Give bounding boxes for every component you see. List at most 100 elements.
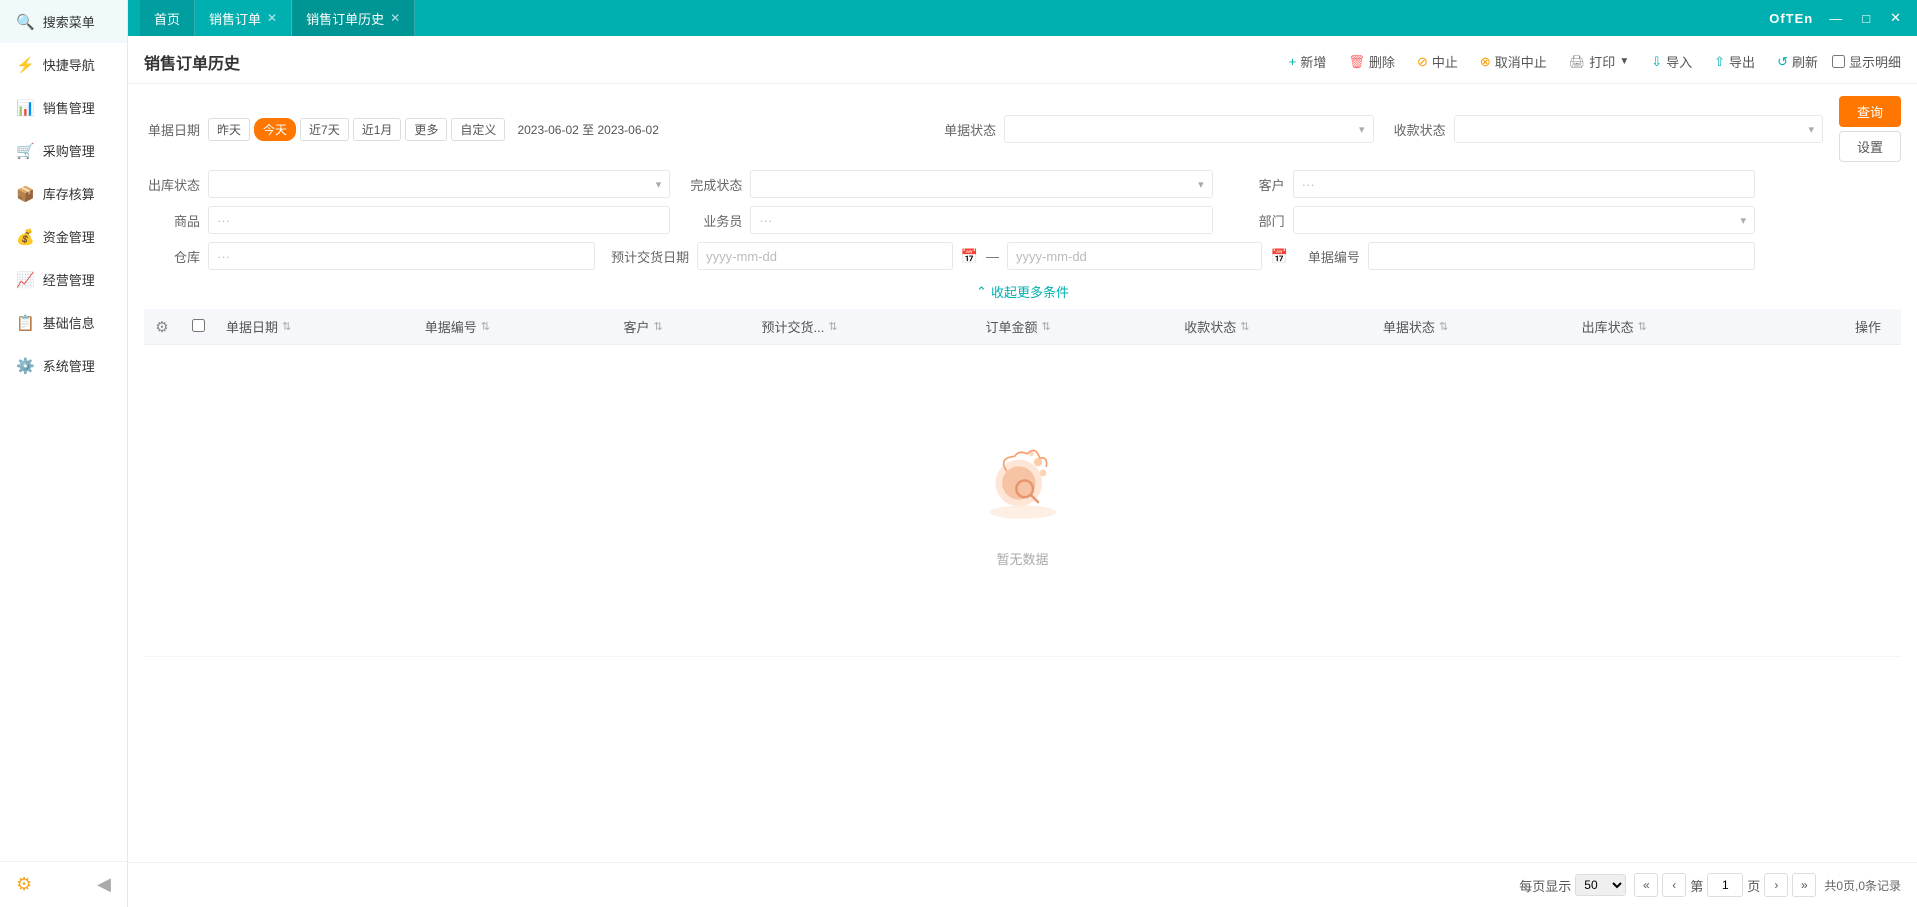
refresh-button[interactable]: ↺ 刷新 — [1769, 48, 1826, 75]
delete-button[interactable]: 🗑 删除 — [1340, 48, 1403, 75]
th-customer: 客户 ⇅ — [613, 309, 751, 345]
order-status-select[interactable]: ▾ — [1004, 115, 1373, 143]
import-button[interactable]: ⇩ 导入 — [1643, 48, 1700, 75]
last-page-btn[interactable]: » — [1792, 873, 1816, 897]
sidebar-item-base-info[interactable]: 📋 基础信息 — [0, 301, 127, 344]
cancel-stop-button[interactable]: ⊗ 取消中止 — [1472, 48, 1555, 75]
chevron-down-icon: ▾ — [1359, 123, 1365, 136]
delivery-status-select[interactable]: ▾ — [208, 170, 670, 198]
sort-number-icon[interactable]: ⇅ — [481, 320, 490, 333]
sidebar-item-sales-mgmt[interactable]: 📊 销售管理 — [0, 86, 127, 129]
tab-home-label: 首页 — [154, 9, 180, 28]
first-page-btn[interactable]: « — [1634, 873, 1658, 897]
dots-icon: ··· — [217, 249, 230, 264]
tab-sales-order-history-close[interactable]: ✕ — [390, 11, 400, 25]
empty-state: 暂无数据 — [154, 353, 1891, 648]
dots-icon: ··· — [1302, 177, 1315, 192]
sidebar-bottom: ⚙ ◀ — [0, 861, 127, 907]
add-button[interactable]: + 新增 — [1281, 48, 1335, 75]
window-maximize-icon[interactable]: □ — [1858, 11, 1874, 26]
date-more-btn[interactable]: 更多 — [405, 118, 447, 141]
goods-input[interactable]: ··· — [208, 206, 670, 234]
date-custom-btn[interactable]: 自定义 — [451, 118, 505, 141]
data-table: ⚙ 单据日期 ⇅ 单据编号 — [144, 309, 1901, 657]
chevron-down-icon: ▾ — [1740, 214, 1746, 227]
date-1month-btn[interactable]: 近1月 — [353, 118, 402, 141]
sort-order-status-icon[interactable]: ⇅ — [1439, 320, 1448, 333]
import-icon: ⇩ — [1651, 54, 1662, 70]
payment-status-select[interactable]: ▾ — [1454, 115, 1823, 143]
stop-button[interactable]: ⊘ 中止 — [1409, 48, 1466, 75]
sidebar-collapse-icon[interactable]: ◀ — [97, 874, 111, 895]
sidebar-item-search-menu[interactable]: 🔍 搜索菜单 — [0, 0, 127, 43]
sort-customer-icon[interactable]: ⇅ — [653, 320, 662, 333]
completion-status-select[interactable]: ▾ — [750, 170, 1212, 198]
expected-date-to-placeholder: yyyy-mm-dd — [1016, 249, 1087, 264]
expected-date-from-input[interactable]: yyyy-mm-dd — [697, 242, 952, 270]
tab-sales-order-close[interactable]: ✕ — [267, 11, 277, 25]
display-columns-label: 显示明细 — [1849, 52, 1901, 71]
sort-amount-icon[interactable]: ⇅ — [1042, 320, 1051, 333]
tab-sales-order-history-label: 销售订单历史 — [306, 9, 384, 28]
sort-expected-date-icon[interactable]: ⇅ — [828, 320, 837, 333]
filter-row-4: 仓库 ··· 预计交货日期 yyyy-mm-dd 📅 — yyyy-m — [144, 242, 1901, 270]
sort-delivery-status-icon[interactable]: ⇅ — [1638, 320, 1647, 333]
sidebar-item-inventory[interactable]: 📦 库存核算 — [0, 172, 127, 215]
settings-setup-button[interactable]: 设置 — [1839, 131, 1901, 162]
th-actions: 操作 — [1770, 309, 1901, 345]
date-yesterday-btn[interactable]: 昨天 — [208, 118, 250, 141]
page-label: 第 — [1690, 876, 1703, 895]
tab-sales-order[interactable]: 销售订单 ✕ — [195, 0, 292, 36]
stop-icon: ⊘ — [1417, 54, 1428, 70]
date-range-text: 2023-06-02 至 2023-06-02 — [517, 121, 658, 138]
department-select[interactable]: ▾ — [1293, 206, 1755, 234]
warehouse-input[interactable]: ··· — [208, 242, 595, 270]
window-minimize-icon[interactable]: — — [1825, 11, 1846, 26]
sidebar-item-quick-nav[interactable]: ⚡ 快捷导航 — [0, 43, 127, 86]
empty-state-illustration — [973, 433, 1073, 533]
operations-icon: 📈 — [16, 271, 35, 289]
sidebar-item-label: 采购管理 — [43, 141, 95, 160]
sort-date-icon[interactable]: ⇅ — [282, 320, 291, 333]
tab-home[interactable]: 首页 — [140, 0, 195, 36]
table-settings-icon[interactable]: ⚙ — [155, 319, 168, 336]
th-date: 单据日期 ⇅ — [216, 309, 415, 345]
expected-date-to-input[interactable]: yyyy-mm-dd — [1007, 242, 1262, 270]
sidebar-item-operations[interactable]: 📈 经营管理 — [0, 258, 127, 301]
prev-page-btn[interactable]: ‹ — [1662, 873, 1686, 897]
date-7days-btn[interactable]: 近7天 — [300, 118, 349, 141]
order-number-input[interactable] — [1368, 242, 1755, 270]
next-page-btn[interactable]: › — [1764, 873, 1788, 897]
page-number-input[interactable] — [1707, 873, 1743, 897]
query-actions: 查询 设置 — [1839, 96, 1901, 162]
filter-customer: 客户 ··· — [1229, 170, 1755, 198]
filter-warehouse: 仓库 ··· — [144, 242, 595, 270]
per-page-select[interactable]: 50 10 20 100 — [1575, 874, 1626, 896]
salesperson-input[interactable]: ··· — [750, 206, 1212, 234]
print-button[interactable]: 🖨 打印 ▼ — [1561, 48, 1637, 75]
display-columns-checkbox[interactable] — [1832, 55, 1845, 68]
sidebar-item-sys-mgmt[interactable]: ⚙️ 系统管理 — [0, 344, 127, 387]
export-button[interactable]: ⇧ 导出 — [1706, 48, 1763, 75]
display-columns-toggle[interactable]: 显示明细 — [1832, 52, 1901, 71]
pagination: « ‹ 第 页 › » — [1634, 873, 1816, 897]
sidebar-item-purchase-mgmt[interactable]: 🛒 采购管理 — [0, 129, 127, 172]
window-close-icon[interactable]: ✕ — [1886, 10, 1905, 26]
tab-sales-order-history[interactable]: 销售订单历史 ✕ — [292, 0, 415, 36]
sort-payment-status-icon[interactable]: ⇅ — [1240, 320, 1249, 333]
bottom-settings-icon[interactable]: ⚙ — [16, 874, 32, 895]
import-label: 导入 — [1666, 52, 1692, 71]
sidebar-item-label: 系统管理 — [43, 356, 95, 375]
customer-input[interactable]: ··· — [1293, 170, 1755, 198]
topbar-right: OfTEn — □ ✕ — [1769, 10, 1905, 26]
select-all-checkbox[interactable] — [192, 319, 205, 332]
filter-section: 单据日期 昨天 今天 近7天 近1月 更多 自定义 2023-06-02 至 2… — [128, 84, 1917, 309]
query-button[interactable]: 查询 — [1839, 96, 1901, 127]
date-today-btn[interactable]: 今天 — [254, 118, 296, 141]
export-label: 导出 — [1729, 52, 1755, 71]
salesperson-label: 业务员 — [686, 211, 742, 230]
page-suffix: 页 — [1747, 876, 1760, 895]
toolbar: + 新增 🗑 删除 ⊘ 中止 ⊗ 取消中止 🖨 打印 — [1281, 48, 1901, 75]
sidebar-item-finance[interactable]: 💰 资金管理 — [0, 215, 127, 258]
collapse-more-conditions[interactable]: ⌃ 收起更多条件 — [144, 278, 1901, 305]
